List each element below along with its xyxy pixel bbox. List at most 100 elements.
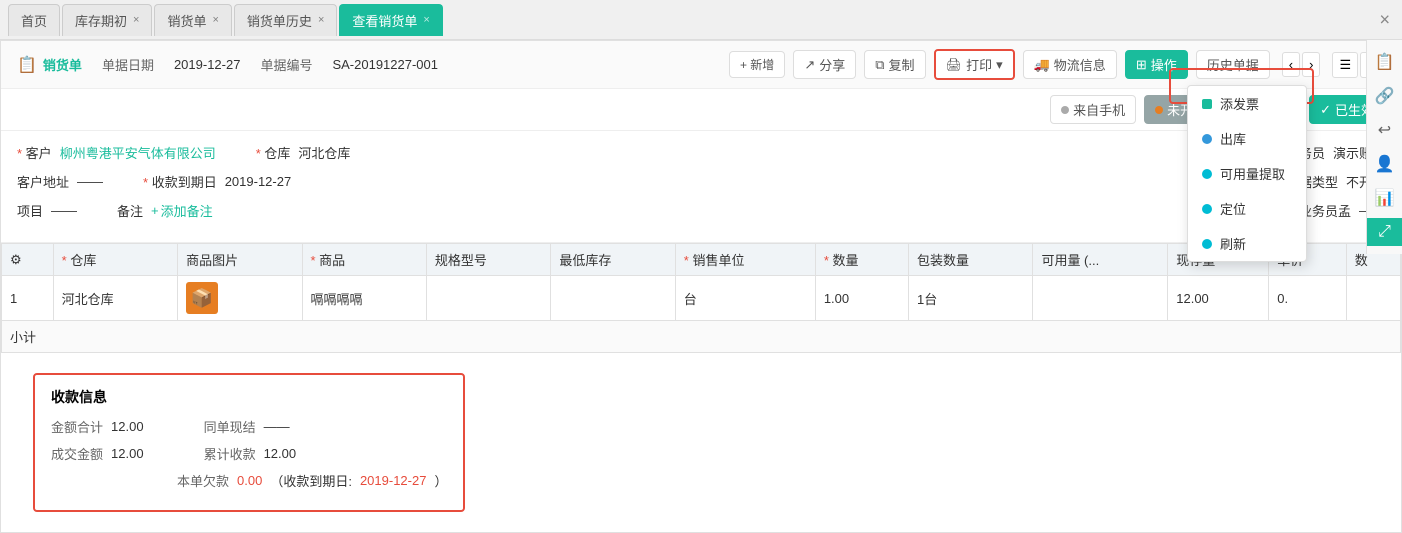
tab-sales-history[interactable]: 销货单历史 ×: [234, 4, 337, 36]
note-field: 备注 添加备注: [117, 201, 213, 220]
tab-inventory-init[interactable]: 库存期初 ×: [62, 4, 152, 36]
payment-date-value: 2019-12-27: [225, 174, 292, 189]
copy-icon: ⧉: [875, 57, 884, 73]
cell-product: 嗝嗝嗝嗝: [302, 276, 426, 321]
print-button[interactable]: 🖨 打印 ▾: [934, 49, 1015, 80]
cell-current-stock: 12.00: [1168, 276, 1269, 321]
date-value: 2019-12-27: [174, 57, 241, 72]
col-product: * 商品: [302, 244, 426, 276]
sidebar-icon-chart[interactable]: 📊: [1371, 184, 1399, 212]
warehouse-label: 仓库: [256, 143, 291, 162]
cell-package-qty: 1台: [909, 276, 1033, 321]
cell-available: [1033, 276, 1168, 321]
cumulative-field: 累计收款 12.00: [204, 444, 297, 463]
print-dropdown-icon: ▾: [996, 57, 1003, 73]
print-icon: 🖨: [946, 57, 963, 73]
sidebar-icon-user[interactable]: 👤: [1371, 150, 1399, 178]
project-label: 项目: [17, 201, 43, 220]
right-sidebar: 📋 🔗 ↩ 👤 📊 ⤢: [1366, 40, 1402, 254]
col-product-img: 商品图片: [178, 244, 302, 276]
history-button[interactable]: 历史单据: [1196, 50, 1270, 79]
customer-field: 客户 柳州粤港平安气体有限公司: [17, 143, 216, 162]
form-row-2: 客户地址 —— 收款到期日 2019-12-27 票据类型 不开票: [17, 172, 1385, 191]
ops-button[interactable]: ⊞ 操作: [1125, 50, 1188, 79]
same-order-value: ——: [264, 419, 290, 434]
due-end: ）: [434, 471, 447, 490]
dropdown-available-extract[interactable]: 可用量提取: [1188, 156, 1306, 191]
deal-amount-field: 成交金额 12.00: [51, 444, 144, 463]
copy-button[interactable]: ⧉ 复制: [864, 50, 925, 79]
dropdown-refresh[interactable]: 刷新: [1188, 226, 1306, 261]
col-min-stock: 最低库存: [551, 244, 675, 276]
dropdown-add-invoice[interactable]: 添发票: [1188, 86, 1306, 121]
customer-value[interactable]: 柳州粤港平安气体有限公司: [60, 143, 216, 162]
cell-num: 1: [2, 276, 54, 321]
table-row: 1 河北仓库 📦 嗝嗝嗝嗝 台 1.00 1台: [2, 276, 1401, 321]
table-body: 1 河北仓库 📦 嗝嗝嗝嗝 台 1.00 1台: [2, 276, 1401, 353]
cell-unit: 台: [675, 276, 815, 321]
payment-row-3: 本单欠款 0.00 （收款到期日: 2019-12-27 ）: [51, 471, 447, 490]
outbound-dot: [1202, 134, 1212, 144]
col-unit: * 销售单位: [675, 244, 815, 276]
doc-meta: 单据日期 2019-12-27 单据编号 SA-20191227-001: [102, 55, 438, 74]
col-warehouse: * 仓库: [53, 244, 177, 276]
next-button[interactable]: ›: [1302, 52, 1320, 77]
address-field: 客户地址 ——: [17, 172, 103, 191]
tab-bar: 首页 库存期初 × 销货单 × 销货单历史 × 查看销货单 × ×: [0, 0, 1402, 40]
total-label: 金额合计: [51, 417, 103, 436]
payment-title: 收款信息: [51, 387, 447, 407]
due-label: 本单欠款: [177, 471, 229, 490]
col-spec: 规格型号: [426, 244, 550, 276]
deal-amount-label: 成交金额: [51, 444, 103, 463]
prev-button[interactable]: ‹: [1282, 52, 1300, 77]
effective-check-icon: ✓: [1320, 102, 1331, 118]
payment-row-1: 金额合计 12.00 同单现结 ——: [51, 417, 447, 436]
same-order-field: 同单现结 ——: [204, 417, 290, 436]
col-settings: ⚙: [2, 244, 54, 276]
due-date: 2019-12-27: [360, 473, 427, 488]
col-available: 可用量 (...: [1033, 244, 1168, 276]
new-button[interactable]: + 新增: [729, 51, 785, 78]
from-phone-button[interactable]: 来自手机: [1050, 95, 1136, 124]
available-extract-dot: [1202, 169, 1212, 179]
payment-date-field: 收款到期日 2019-12-27: [143, 172, 291, 191]
due-value: 0.00: [237, 473, 262, 488]
tab-view-sales-close[interactable]: ×: [423, 14, 429, 26]
cell-warehouse: 河北仓库: [53, 276, 177, 321]
settings-icon: ⚙: [10, 252, 22, 267]
add-note-button[interactable]: 添加备注: [151, 201, 213, 220]
doc-header: 📋 销货单 单据日期 2019-12-27 单据编号 SA-20191227-0…: [1, 41, 1401, 89]
tab-sales-history-close[interactable]: ×: [318, 14, 324, 26]
form-row-1: 客户 柳州粤港平安气体有限公司 仓库 河北仓库 业务员 演示账号: [17, 143, 1385, 162]
deal-amount-value: 12.00: [111, 446, 144, 461]
locate-dot: [1202, 204, 1212, 214]
sidebar-icon-expand[interactable]: ⤢: [1367, 218, 1402, 246]
tab-inventory-init-close[interactable]: ×: [133, 14, 139, 26]
sidebar-icon-refresh[interactable]: ↩: [1371, 116, 1399, 144]
doc-icon: 📋: [17, 55, 37, 75]
tab-sales-order-close[interactable]: ×: [212, 14, 218, 26]
logistics-button[interactable]: 🚚 物流信息: [1023, 50, 1117, 79]
window-close-button[interactable]: ×: [1379, 9, 1390, 30]
refresh-dot: [1202, 239, 1212, 249]
number-value: SA-20191227-001: [332, 57, 438, 72]
total-value: 12.00: [111, 419, 144, 434]
payment-container: 收款信息 金额合计 12.00 同单现结 —— 成交金额 12.00: [17, 363, 481, 522]
cumulative-value: 12.00: [264, 446, 297, 461]
customer-label: 客户: [17, 143, 52, 162]
share-button[interactable]: ↗ 分享: [793, 50, 856, 79]
sidebar-icon-doc[interactable]: 📋: [1371, 48, 1399, 76]
project-value: ——: [51, 203, 77, 218]
dropdown-locate[interactable]: 定位: [1188, 191, 1306, 226]
sidebar-icon-link[interactable]: 🔗: [1371, 82, 1399, 110]
warehouse-value: 河北仓库: [298, 143, 350, 162]
dropdown-outbound[interactable]: 出库: [1188, 121, 1306, 156]
tab-sales-order[interactable]: 销货单 ×: [154, 4, 231, 36]
product-image: 📦: [186, 282, 218, 314]
truck-icon: 🚚: [1034, 57, 1050, 73]
tab-home[interactable]: 首页: [8, 4, 60, 36]
note-label: 备注: [117, 201, 143, 220]
list-view-button[interactable]: ☰: [1332, 52, 1358, 78]
tab-view-sales[interactable]: 查看销货单 ×: [339, 4, 442, 36]
invoice-status-dot: [1155, 106, 1163, 114]
